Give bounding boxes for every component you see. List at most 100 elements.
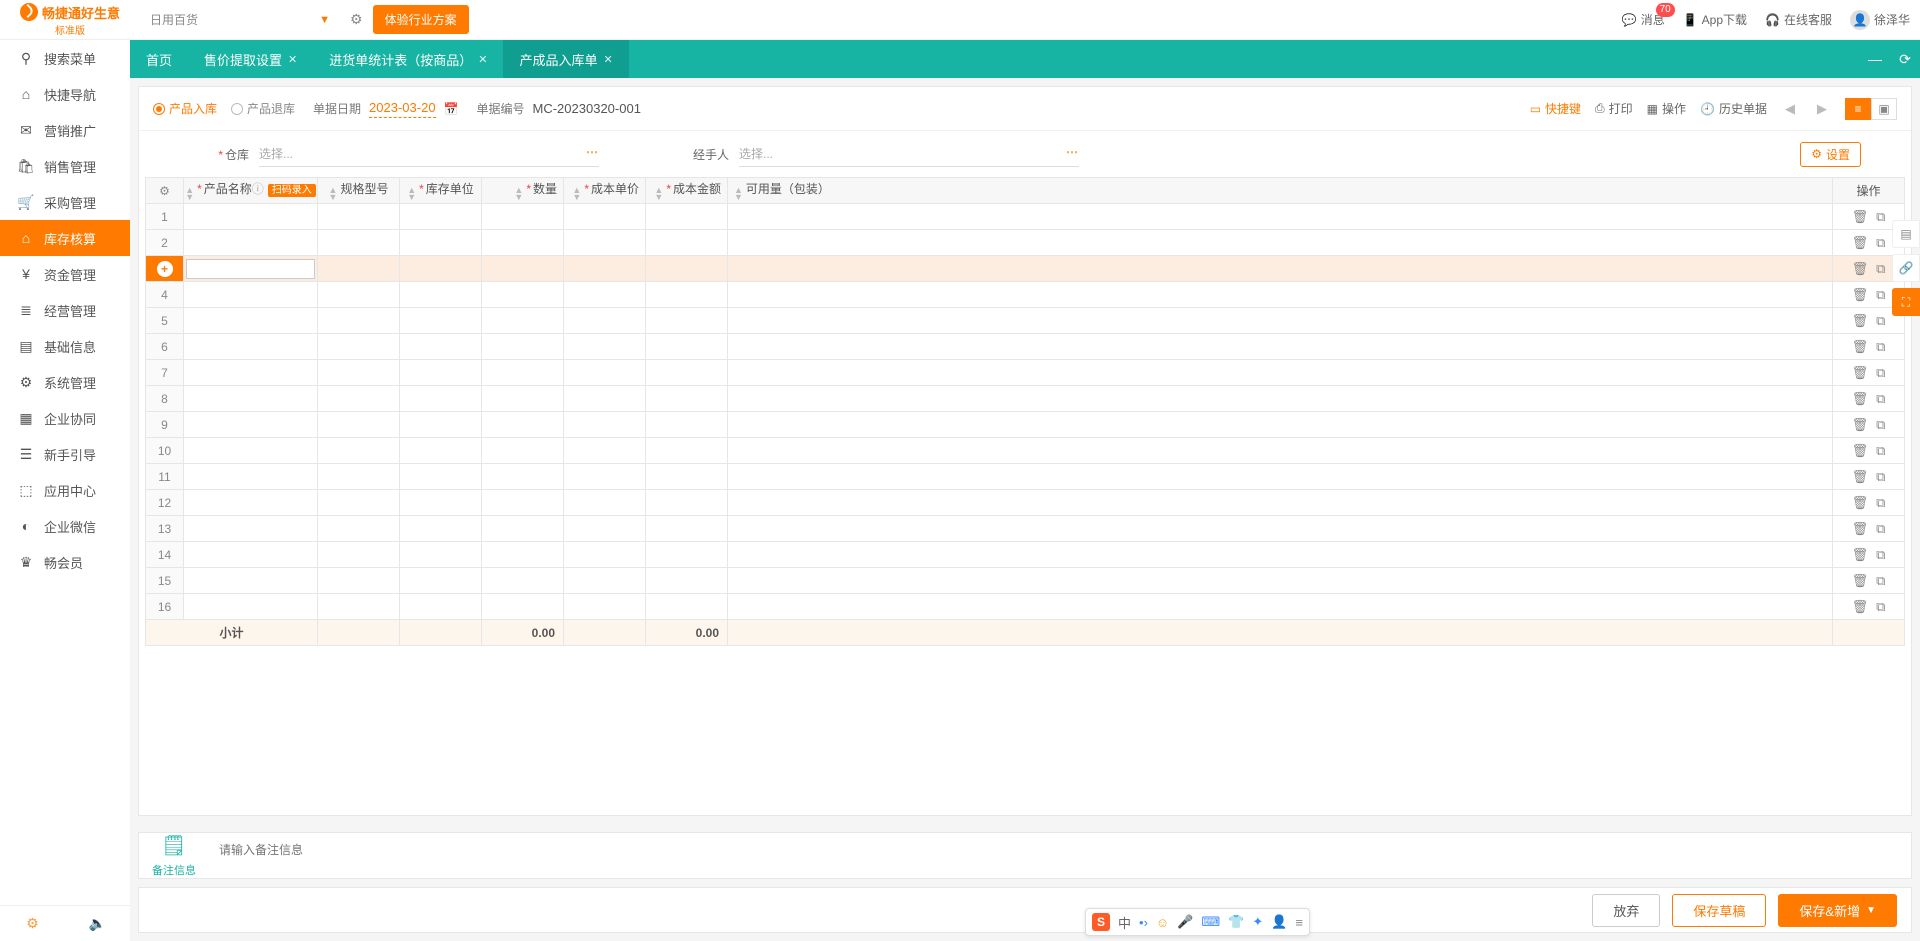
table-row[interactable]: 5🗑⧉ (146, 308, 1905, 334)
delete-row-icon[interactable]: 🗑 (1852, 573, 1869, 588)
ime-tool-icon[interactable]: ✦ (1252, 914, 1263, 930)
ime-smile-icon[interactable]: ☺ (1156, 915, 1169, 930)
cell-unit[interactable] (400, 360, 482, 386)
cell-available[interactable] (728, 542, 1833, 568)
copy-row-icon[interactable]: ⧉ (1876, 443, 1885, 458)
cell-unit[interactable] (400, 542, 482, 568)
delete-row-icon[interactable]: 🗑 (1852, 209, 1869, 224)
cell-amount[interactable] (646, 282, 728, 308)
copy-row-icon[interactable]: ⧉ (1876, 495, 1885, 510)
cell-qty[interactable] (482, 204, 564, 230)
copy-row-icon[interactable]: ⧉ (1876, 417, 1885, 432)
table-row[interactable]: 12🗑⧉ (146, 490, 1905, 516)
table-row[interactable]: 16🗑⧉ (146, 594, 1905, 620)
cell-qty[interactable] (482, 542, 564, 568)
sidebar-item[interactable]: ¥资金管理 (0, 256, 130, 292)
cell-qty[interactable] (482, 594, 564, 620)
table-row[interactable]: 15🗑⧉ (146, 568, 1905, 594)
cell-name[interactable] (184, 256, 318, 282)
cell-amount[interactable] (646, 386, 728, 412)
table-row[interactable]: 7🗑⧉ (146, 360, 1905, 386)
cell-available[interactable] (728, 438, 1833, 464)
cell-unit[interactable] (400, 334, 482, 360)
cell-qty[interactable] (482, 334, 564, 360)
cell-qty[interactable] (482, 308, 564, 334)
col-amount[interactable]: ▲▼*成本金额 (646, 178, 728, 204)
close-icon[interactable]: ✕ (604, 53, 613, 66)
table-row[interactable]: 6🗑⧉ (146, 334, 1905, 360)
cell-price[interactable] (564, 230, 646, 256)
cell-price[interactable] (564, 256, 646, 282)
cell-name[interactable] (184, 542, 318, 568)
cell-amount[interactable] (646, 568, 728, 594)
calendar-icon[interactable]: 📅 (444, 102, 459, 116)
cell-unit[interactable] (400, 490, 482, 516)
sidebar-item[interactable]: ☰新手引导 (0, 436, 130, 472)
cell-spec[interactable] (318, 464, 400, 490)
cell-name[interactable] (184, 516, 318, 542)
cell-price[interactable] (564, 334, 646, 360)
print-link[interactable]: ⎙打印 (1595, 100, 1633, 117)
table-row[interactable]: 10🗑⧉ (146, 438, 1905, 464)
delete-row-icon[interactable]: 🗑 (1852, 495, 1869, 510)
product-name-input[interactable] (186, 259, 315, 279)
table-row[interactable]: 4🗑⧉ (146, 282, 1905, 308)
sidebar-item[interactable]: ⬚应用中心 (0, 472, 130, 508)
cell-amount[interactable] (646, 464, 728, 490)
cell-name[interactable] (184, 464, 318, 490)
close-icon[interactable]: ✕ (478, 53, 487, 66)
cell-unit[interactable] (400, 568, 482, 594)
sidebar-item[interactable]: ♛畅会员 (0, 544, 130, 580)
handler-input[interactable]: 选择... ⋯ (739, 141, 1079, 167)
ime-skin-icon[interactable]: 👕 (1228, 914, 1244, 930)
delete-row-icon[interactable]: 🗑 (1852, 547, 1869, 562)
tab-refresh-button[interactable]: ⟳ (1890, 44, 1920, 74)
cell-available[interactable] (728, 230, 1833, 256)
col-available[interactable]: ▲▼可用量（包装） (728, 178, 1833, 204)
support-button[interactable]: 🎧 在线客服 (1765, 11, 1832, 28)
ime-keyboard-icon[interactable]: ⌨ (1201, 914, 1220, 930)
sidebar-item[interactable]: ▦企业协同 (0, 400, 130, 436)
table-row[interactable]: 8🗑⧉ (146, 386, 1905, 412)
copy-row-icon[interactable]: ⧉ (1876, 521, 1885, 536)
delete-row-icon[interactable]: 🗑 (1852, 313, 1869, 328)
delete-row-icon[interactable]: 🗑 (1852, 417, 1869, 432)
cell-spec[interactable] (318, 308, 400, 334)
cell-amount[interactable] (646, 438, 728, 464)
copy-row-icon[interactable]: ⧉ (1876, 469, 1885, 484)
cell-spec[interactable] (318, 516, 400, 542)
cell-spec[interactable] (318, 438, 400, 464)
cell-price[interactable] (564, 308, 646, 334)
cell-amount[interactable] (646, 594, 728, 620)
radio-product-out[interactable]: 产品退库 (231, 100, 295, 117)
prev-doc-button[interactable]: ◀ (1781, 101, 1799, 117)
cell-qty[interactable] (482, 412, 564, 438)
cell-available[interactable] (728, 464, 1833, 490)
col-product-name[interactable]: ▲▼*产品名称ⓘ扫码录入 (184, 178, 318, 204)
category-select[interactable]: 日用百货 ▼ (150, 11, 340, 28)
cell-amount[interactable] (646, 230, 728, 256)
rail-template-icon[interactable]: ▤ (1892, 220, 1920, 248)
table-wrapper[interactable]: ⚙ ▲▼*产品名称ⓘ扫码录入 ▲▼规格型号 ▲▼*库存单位 ▲▼*数量 ▲▼*成… (139, 177, 1911, 815)
sidebar-item[interactable]: 🛍销售管理 (0, 148, 130, 184)
sidebar-item[interactable]: ⚲搜索菜单 (0, 40, 130, 76)
promo-button[interactable]: 体验行业方案 (373, 5, 469, 34)
user-menu[interactable]: 👤 徐泽华 (1850, 10, 1910, 30)
sidebar-item[interactable]: ◐企业微信 (0, 508, 130, 544)
add-row-icon[interactable]: + (157, 261, 173, 277)
copy-row-icon[interactable]: ⧉ (1876, 209, 1885, 224)
cell-amount[interactable] (646, 308, 728, 334)
warehouse-more-icon[interactable]: ⋯ (586, 145, 599, 162)
cell-price[interactable] (564, 516, 646, 542)
ime-lang[interactable]: 中 (1118, 913, 1131, 932)
ime-dot-icon[interactable]: •› (1139, 915, 1148, 930)
handler-more-icon[interactable]: ⋯ (1066, 145, 1079, 162)
tab[interactable]: 产成品入库单✕ (503, 40, 628, 78)
warehouse-input[interactable]: 选择... ⋯ (259, 141, 599, 167)
cell-price[interactable] (564, 594, 646, 620)
cell-qty[interactable] (482, 464, 564, 490)
sidebar-item[interactable]: ⌂快捷导航 (0, 76, 130, 112)
save-draft-button[interactable]: 保存草稿 (1672, 894, 1766, 927)
cell-unit[interactable] (400, 464, 482, 490)
cell-available[interactable] (728, 204, 1833, 230)
